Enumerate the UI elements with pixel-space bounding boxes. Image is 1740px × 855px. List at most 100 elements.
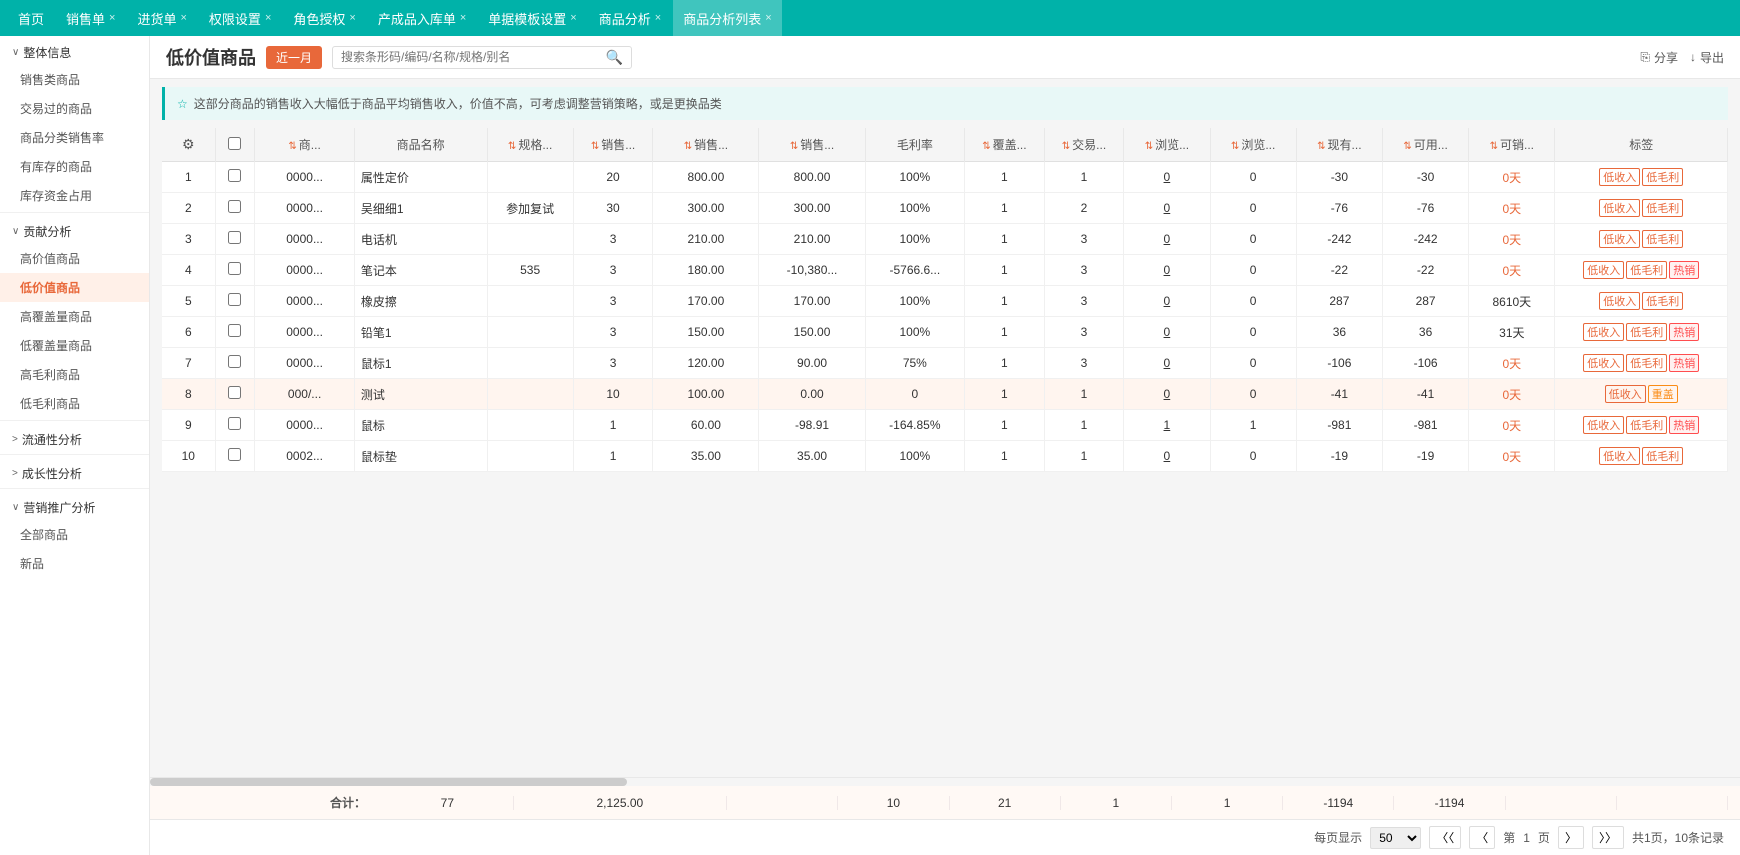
first-page-button[interactable]: 〈〈 (1429, 826, 1461, 849)
nav-product-analysis-list[interactable]: 商品分析列表 × (673, 0, 781, 36)
share-button[interactable]: ⎘ 分享 (1640, 49, 1678, 66)
row-checkbox[interactable] (228, 386, 241, 399)
row-check[interactable] (215, 317, 255, 348)
sidebar-group-growth[interactable]: > 成长性分析 (0, 457, 149, 486)
nav-close-template[interactable]: × (570, 12, 576, 24)
row-view1[interactable]: 0 (1124, 348, 1210, 379)
row-check[interactable] (215, 410, 255, 441)
nav-close-role[interactable]: × (349, 12, 355, 24)
gear-icon[interactable]: ⚙ (182, 136, 195, 152)
view1-link[interactable]: 0 (1164, 263, 1171, 277)
next-page-button[interactable]: 〉 (1558, 826, 1584, 849)
row-checkbox[interactable] (228, 448, 241, 461)
sidebar-group-contribution[interactable]: ∨ 贡献分析 (0, 215, 149, 244)
select-all-checkbox[interactable] (228, 137, 241, 150)
nav-home[interactable]: 首页 (8, 0, 54, 36)
sidebar-item-all-products[interactable]: 全部商品 (0, 520, 149, 549)
scrollbar-thumb[interactable] (150, 778, 627, 786)
sidebar-item-stocked-products[interactable]: 有库存的商品 (0, 152, 149, 181)
sidebar-item-new-products[interactable]: 新品 (0, 549, 149, 578)
col-view1[interactable]: ⇅浏览... (1124, 128, 1210, 162)
col-saleable[interactable]: ⇅可销... (1469, 128, 1555, 162)
nav-close-purchase[interactable]: × (180, 12, 186, 24)
sidebar-item-traded-products[interactable]: 交易过的商品 (0, 94, 149, 123)
row-check[interactable] (215, 348, 255, 379)
search-icon[interactable]: 🔍 (606, 49, 623, 66)
sidebar-group-marketing[interactable]: ∨ 营销推广分析 (0, 491, 149, 520)
sidebar-item-category-sales-rate[interactable]: 商品分类销售率 (0, 123, 149, 152)
col-amount[interactable]: ⇅销售... (653, 128, 759, 162)
sidebar-item-low-coverage[interactable]: 低覆盖量商品 (0, 331, 149, 360)
sidebar-item-high-coverage[interactable]: 高覆盖量商品 (0, 302, 149, 331)
view1-link[interactable]: 0 (1164, 232, 1171, 246)
col-gear[interactable]: ⚙ (162, 128, 215, 162)
sidebar-item-low-value[interactable]: 低价值商品 (0, 273, 149, 302)
view1-link[interactable]: 0 (1164, 387, 1171, 401)
row-view1[interactable]: 0 (1124, 255, 1210, 286)
nav-close-permission[interactable]: × (265, 12, 271, 24)
filter-recent-month-button[interactable]: 近一月 (266, 46, 322, 69)
view1-link[interactable]: 0 (1164, 325, 1171, 339)
sidebar-item-high-value[interactable]: 高价值商品 (0, 244, 149, 273)
row-view1[interactable]: 0 (1124, 193, 1210, 224)
row-check[interactable] (215, 162, 255, 193)
last-page-button[interactable]: 〉〉 (1592, 826, 1624, 849)
col-current[interactable]: ⇅现有... (1296, 128, 1382, 162)
row-checkbox[interactable] (228, 200, 241, 213)
nav-close-analysis[interactable]: × (655, 12, 661, 24)
nav-permission[interactable]: 权限设置 × (199, 0, 281, 36)
col-margin[interactable]: 毛利率 (865, 128, 965, 162)
nav-role-auth[interactable]: 角色授权 × (283, 0, 365, 36)
row-checkbox[interactable] (228, 417, 241, 430)
page-size-select[interactable]: 50 100 (1370, 827, 1421, 849)
row-view1[interactable]: 0 (1124, 379, 1210, 410)
row-view1[interactable]: 1 (1124, 410, 1210, 441)
sidebar-item-inventory-capital[interactable]: 库存资金占用 (0, 181, 149, 210)
col-spec[interactable]: ⇅规格... (487, 128, 573, 162)
prev-page-button[interactable]: 〈 (1469, 826, 1495, 849)
row-check[interactable] (215, 379, 255, 410)
row-check[interactable] (215, 193, 255, 224)
row-checkbox[interactable] (228, 262, 241, 275)
col-avg[interactable]: ⇅销售... (759, 128, 865, 162)
nav-purchase-order[interactable]: 进货单 × (127, 0, 196, 36)
nav-close-analysis-list[interactable]: × (765, 12, 771, 24)
view1-link[interactable]: 1 (1164, 418, 1171, 432)
row-view1[interactable]: 0 (1124, 286, 1210, 317)
nav-close-inbound[interactable]: × (460, 12, 466, 24)
row-checkbox[interactable] (228, 293, 241, 306)
view1-link[interactable]: 0 (1164, 449, 1171, 463)
scrollbar-area[interactable] (150, 778, 1740, 786)
nav-template-settings[interactable]: 单据模板设置 × (478, 0, 586, 36)
row-view1[interactable]: 0 (1124, 162, 1210, 193)
col-qty[interactable]: ⇅销售... (573, 128, 653, 162)
sidebar-item-low-margin[interactable]: 低毛利商品 (0, 389, 149, 418)
col-code[interactable]: ⇅商... (255, 128, 355, 162)
col-check[interactable] (215, 128, 255, 162)
row-checkbox[interactable] (228, 169, 241, 182)
sidebar-item-sales-products[interactable]: 销售类商品 (0, 65, 149, 94)
row-view1[interactable]: 0 (1124, 441, 1210, 472)
row-check[interactable] (215, 224, 255, 255)
col-view2[interactable]: ⇅浏览... (1210, 128, 1296, 162)
view1-link[interactable]: 0 (1164, 356, 1171, 370)
sidebar-group-overall[interactable]: ∨ 整体信息 (0, 36, 149, 65)
row-check[interactable] (215, 441, 255, 472)
col-available[interactable]: ⇅可用... (1382, 128, 1468, 162)
row-check[interactable] (215, 286, 255, 317)
view1-link[interactable]: 0 (1164, 294, 1171, 308)
nav-product-analysis[interactable]: 商品分析 × (589, 0, 671, 36)
nav-product-inbound[interactable]: 产成品入库单 × (368, 0, 476, 36)
search-input[interactable] (341, 50, 606, 64)
col-cover[interactable]: ⇅覆盖... (965, 128, 1045, 162)
row-check[interactable] (215, 255, 255, 286)
row-view1[interactable]: 0 (1124, 317, 1210, 348)
row-checkbox[interactable] (228, 355, 241, 368)
col-name[interactable]: 商品名称 (354, 128, 487, 162)
col-trade[interactable]: ⇅交易... (1044, 128, 1124, 162)
row-view1[interactable]: 0 (1124, 224, 1210, 255)
row-checkbox[interactable] (228, 324, 241, 337)
sidebar-item-high-margin[interactable]: 高毛利商品 (0, 360, 149, 389)
view1-link[interactable]: 0 (1164, 201, 1171, 215)
nav-sales-order[interactable]: 销售单 × (56, 0, 125, 36)
